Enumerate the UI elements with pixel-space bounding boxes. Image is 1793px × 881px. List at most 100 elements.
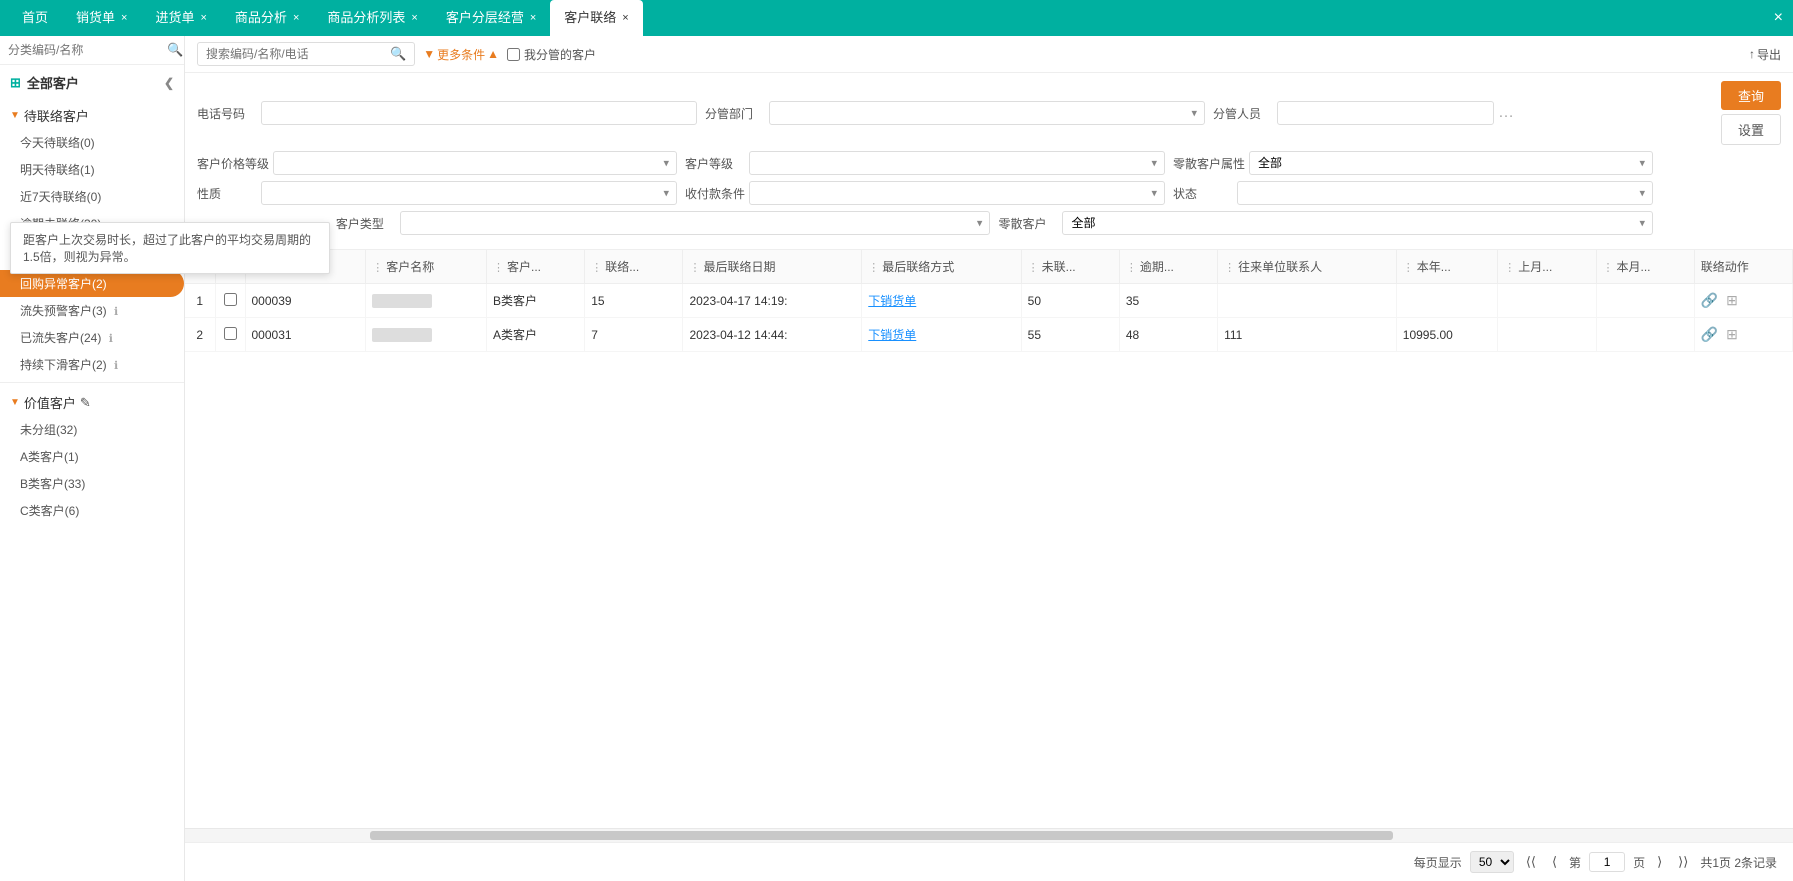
sidebar-search-input[interactable] [8,43,163,57]
person-input[interactable] [1277,101,1494,125]
row1-last-month [1498,284,1596,318]
more-conditions-btn[interactable]: ▼ 更多条件 ▲ [423,46,499,63]
per-page-select[interactable]: 50 [1470,851,1514,873]
sidebar-item-tomorrow[interactable]: 明天待联络(1) [0,156,184,183]
page-end-label: 页 [1633,854,1645,871]
sidebar-all-customers[interactable]: ⊞ 全部客户 ❮ [0,65,184,100]
filter-dept: 分管部门 [705,101,1205,125]
nav-sales[interactable]: 销货单 × [62,0,141,36]
row2-link-icon[interactable]: 🔗 [1701,326,1718,343]
last-page-btn[interactable]: ⟩⟩ [1674,852,1692,872]
sidebar-item-b-class[interactable]: B类客户(33) [0,470,184,497]
row2-level: A类客户 [487,318,585,352]
row1-grid-icon[interactable]: ⊞ [1726,292,1738,309]
horizontal-scrollbar[interactable] [185,828,1793,842]
status-select[interactable] [1237,181,1653,205]
next-page-btn[interactable]: ⟩ [1653,852,1666,872]
sidebar-item-today[interactable]: 今天待联络(0) [0,129,184,156]
price-level-label: 客户价格等级 [197,155,269,172]
export-icon: ↑ [1749,47,1755,61]
th-overdue: ⋮逾期... [1119,250,1217,284]
row1-link-icon[interactable]: 🔗 [1701,292,1718,309]
search-box: 🔍 [197,42,415,66]
customer-level-label: 客户等级 [685,155,745,172]
sidebar-item-ungrouped[interactable]: 未分组(32) [0,416,184,443]
main-search-input[interactable] [206,47,386,61]
close-customer-contact-icon[interactable]: × [622,0,628,36]
row1-name [366,284,487,318]
table-row: 2 000031 A类客户 7 2023-04-12 14:44: 下销货单 5… [185,318,1793,352]
close-analysis-list-icon[interactable]: × [411,0,417,36]
sidebar-item-c-class[interactable]: C类客户(6) [0,497,184,524]
customer-type-select[interactable] [400,211,991,235]
nav-purchase[interactable]: 进货单 × [141,0,220,36]
row2-num: 2 [185,318,215,352]
close-analysis-icon[interactable]: × [293,0,299,36]
gender-select-wrapper [261,181,677,205]
prev-page-btn[interactable]: ⟨ [1548,852,1561,872]
row1-checkbox[interactable] [215,284,245,318]
export-button[interactable]: ↑ 导出 [1749,46,1781,63]
close-sales-icon[interactable]: × [121,0,127,36]
sidebar-group-value[interactable]: ▼ 价值客户 ✎ [0,387,184,416]
nav-analysis[interactable]: 商品分析 × [221,0,313,36]
pay-term-label: 收付款条件 [685,185,745,202]
row2-actions: 🔗 ⊞ [1694,318,1792,352]
current-page-input[interactable] [1589,852,1625,872]
sidebar-search-icon[interactable]: 🔍 [167,42,183,58]
retail-customer-select[interactable]: 全部 [1062,211,1653,235]
row1-actions: 🔗 ⊞ [1694,284,1792,318]
close-purchase-icon[interactable]: × [200,0,206,36]
pay-term-select[interactable] [749,181,1165,205]
settings-button[interactable]: 设置 [1721,114,1781,145]
sidebar-item-lost-warning[interactable]: 流失预警客户(3) ℹ [0,297,184,324]
action-buttons: 查询 设置 [1721,81,1781,145]
nav-customer-tier[interactable]: 客户分层经营 × [432,0,550,36]
th-last-month: ⋮上月... [1498,250,1596,284]
dept-label: 分管部门 [705,105,765,122]
first-page-btn[interactable]: ⟨⟨ [1522,852,1540,872]
sidebar-item-a-class[interactable]: A类客户(1) [0,443,184,470]
person-label: 分管人员 [1213,105,1273,122]
sidebar-item-lost[interactable]: 已流失客户(24) ℹ [0,324,184,351]
person-dots-icon[interactable]: … [1498,104,1514,122]
row2-last-date: 2023-04-12 14:44: [683,318,862,352]
row2-checkbox[interactable] [215,318,245,352]
sidebar-item-declining[interactable]: 持续下滑客户(2) ℹ [0,351,184,378]
dept-select[interactable] [769,101,1205,125]
retail-customer-label: 零散客户 [998,215,1058,232]
th-actions: 联络动作 [1694,250,1792,284]
nav-home[interactable]: 首页 [8,0,62,36]
retail-customer-select-wrapper: 全部 [1062,211,1653,235]
retail-attr-select[interactable]: 全部 [1249,151,1653,175]
sidebar-item-7days[interactable]: 近7天待联络(0) [0,183,184,210]
sidebar-item-repurchase-active[interactable]: 回购异常客户(2) [0,270,184,297]
gender-select[interactable] [261,181,677,205]
sidebar-group-pending[interactable]: ▼ 待联络客户 [0,100,184,129]
nav-analysis-list[interactable]: 商品分析列表 × [313,0,431,36]
filter-status: 状态 [1173,181,1653,205]
my-customers-checkbox[interactable] [507,48,520,61]
th-last-date: ⋮最后联络日期 [683,250,862,284]
query-button[interactable]: 查询 [1721,81,1781,110]
row2-grid-icon[interactable]: ⊞ [1726,326,1738,343]
th-name: ⋮客户名称 [366,250,487,284]
close-all-tabs-icon[interactable]: × [1774,9,1783,27]
value-edit-icon[interactable]: ✎ [80,395,91,411]
phone-input[interactable] [261,101,697,125]
close-customer-tier-icon[interactable]: × [530,0,536,36]
row1-this-month [1596,284,1694,318]
search-icon[interactable]: 🔍 [390,46,406,62]
scrollbar-thumb[interactable] [370,831,1393,840]
row1-contact-person [1218,284,1397,318]
customer-level-select[interactable] [749,151,1165,175]
row1-contacts: 15 [585,284,683,318]
data-table: ⚙ ⋮客户编码 ⋮客户名称 ⋮客户... ⋮联络... ⋮最后联络日期 ⋮最后联… [185,250,1793,352]
row2-this-month [1596,318,1694,352]
sidebar-collapse-icon[interactable]: ❮ [164,76,174,90]
nav-customer-contact[interactable]: 客户联络 × [550,0,642,36]
th-contacts: ⋮联络... [585,250,683,284]
th-level: ⋮客户... [487,250,585,284]
price-level-select[interactable] [273,151,677,175]
row2-contact-person: 111 [1218,318,1397,352]
